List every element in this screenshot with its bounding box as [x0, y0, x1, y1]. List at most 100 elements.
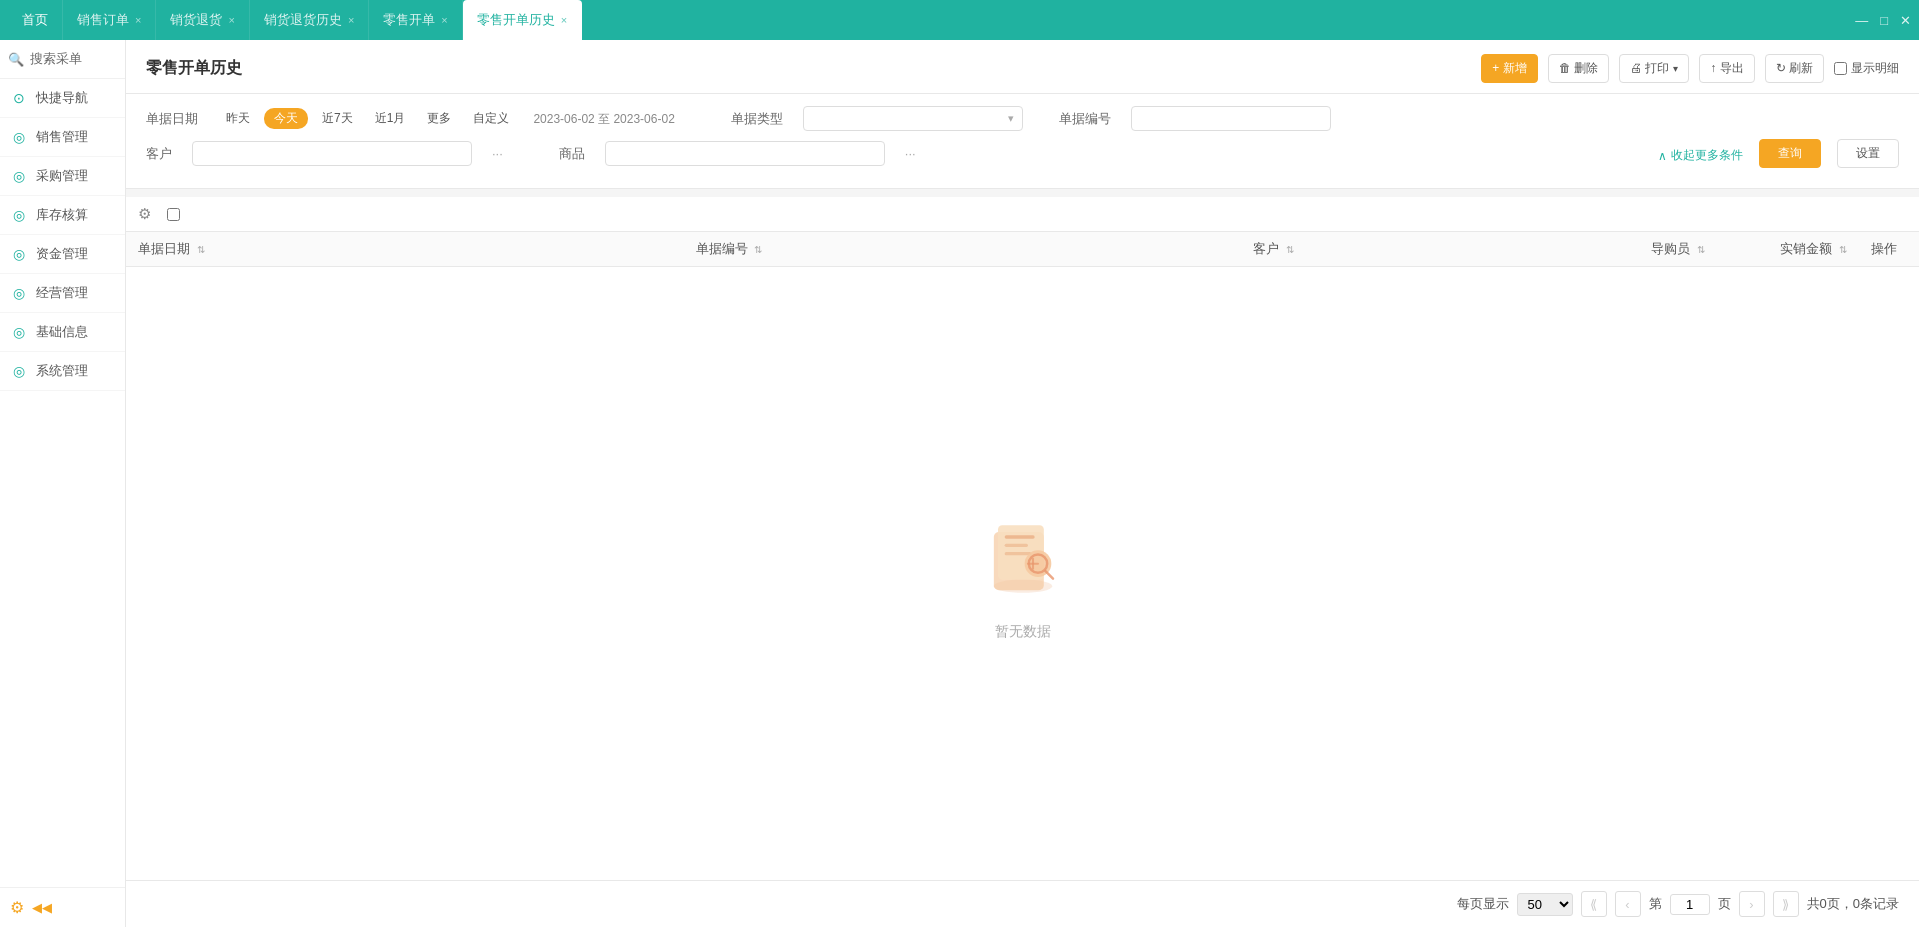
select-all-checkbox[interactable] — [167, 208, 180, 221]
date-opt-yesterday[interactable]: 昨天 — [218, 108, 258, 129]
tab-sales-order[interactable]: 销售订单 × — [63, 0, 156, 40]
date-opt-custom[interactable]: 自定义 — [465, 108, 517, 129]
operations-icon: ◎ — [10, 285, 28, 301]
per-page-select[interactable]: 50 20 100 — [1517, 893, 1573, 916]
svg-rect-5 — [1004, 552, 1031, 555]
content-area: 零售开单历史 + 新增 🗑 删除 🖨 打印 ▾ ↑ 导出 ↻ 刷新 — [126, 40, 1919, 927]
col-number: 单据编号 ⇅ — [684, 232, 1242, 267]
col-customer: 客户 ⇅ — [1241, 232, 1639, 267]
empty-icon — [973, 507, 1073, 607]
last-page-btn[interactable]: ⟫ — [1773, 891, 1799, 917]
product-filter-label: 商品 — [559, 145, 585, 163]
refresh-button[interactable]: ↻ 刷新 — [1765, 54, 1824, 83]
sidebar: 🔍 搜索采单 ⊙ 快捷导航 ◎ 销售管理 ◎ 采购管理 ◎ 库存核算 ◎ 资金管… — [0, 40, 126, 927]
tab-return-close[interactable]: × — [228, 14, 234, 26]
sidebar-item-system[interactable]: ◎ 系统管理 — [0, 352, 125, 391]
delete-button-label: 🗑 删除 — [1559, 60, 1598, 77]
prev-page-btn[interactable]: ‹ — [1615, 891, 1641, 917]
col-guide-label: 导购员 — [1651, 241, 1690, 256]
col-amount-label: 实销金额 — [1780, 241, 1832, 256]
basic-info-icon: ◎ — [10, 324, 28, 340]
collapse-button[interactable]: ∧ 收起更多条件 — [1658, 147, 1743, 164]
tab-bar: 首页 销售订单 × 销货退货 × 销货退货历史 × 零售开单 × 零售开单历史 … — [0, 0, 1919, 40]
sidebar-item-purchase[interactable]: ◎ 采购管理 — [0, 157, 125, 196]
col-guide-sort[interactable]: ⇅ — [1697, 244, 1705, 255]
customer-dots[interactable]: ··· — [492, 146, 503, 161]
table-header: 单据日期 ⇅ 单据编号 ⇅ 客户 ⇅ 导购员 ⇅ — [126, 232, 1919, 267]
window-maximize[interactable]: □ — [1880, 13, 1888, 28]
col-guide: 导购员 ⇅ — [1639, 232, 1759, 267]
col-customer-sort[interactable]: ⇅ — [1286, 244, 1294, 255]
tab-return-history-close[interactable]: × — [348, 14, 354, 26]
page-header: 零售开单历史 + 新增 🗑 删除 🖨 打印 ▾ ↑ 导出 ↻ 刷新 — [126, 40, 1919, 94]
print-button[interactable]: 🖨 打印 ▾ — [1619, 54, 1689, 83]
sidebar-item-finance[interactable]: ◎ 资金管理 — [0, 235, 125, 274]
date-opt-today[interactable]: 今天 — [264, 108, 308, 129]
first-page-btn[interactable]: ⟪ — [1581, 891, 1607, 917]
show-detail-check[interactable] — [1834, 62, 1847, 75]
tab-home[interactable]: 首页 — [8, 0, 63, 40]
type-select[interactable]: ▾ — [803, 106, 1023, 131]
sidebar-item-inventory[interactable]: ◎ 库存核算 — [0, 196, 125, 235]
col-customer-label: 客户 — [1253, 241, 1279, 256]
col-date-sort[interactable]: ⇅ — [197, 244, 205, 255]
sidebar-item-purchase-label: 采购管理 — [36, 167, 88, 185]
tab-sales-order-close[interactable]: × — [135, 14, 141, 26]
show-detail-checkbox[interactable]: 显示明细 — [1834, 60, 1899, 77]
product-input[interactable] — [605, 141, 885, 166]
product-dots[interactable]: ··· — [905, 146, 916, 161]
sidebar-item-basic-info[interactable]: ◎ 基础信息 — [0, 313, 125, 352]
print-dropdown-icon: ▾ — [1673, 63, 1678, 74]
sidebar-item-operations-label: 经营管理 — [36, 284, 88, 302]
add-button-label: + 新增 — [1492, 60, 1526, 77]
sidebar-item-system-label: 系统管理 — [36, 362, 88, 380]
empty-text: 暂无数据 — [995, 623, 1051, 641]
delete-button[interactable]: 🗑 删除 — [1548, 54, 1609, 83]
search-button[interactable]: 查询 — [1759, 139, 1821, 168]
date-opt-7days[interactable]: 近7天 — [314, 108, 361, 129]
tab-sales-order-label: 销售订单 — [77, 11, 129, 29]
refresh-button-label: ↻ 刷新 — [1776, 60, 1813, 77]
page-label: 页 — [1718, 895, 1731, 913]
sidebar-item-quick-nav-label: 快捷导航 — [36, 89, 88, 107]
col-number-sort[interactable]: ⇅ — [754, 244, 762, 255]
tab-retail-history-label: 零售开单历史 — [477, 11, 555, 29]
quick-nav-icon: ⊙ — [10, 90, 28, 106]
search-icon: 🔍 — [8, 52, 24, 67]
window-close[interactable]: ✕ — [1900, 13, 1911, 28]
settings-filter-button[interactable]: 设置 — [1837, 139, 1899, 168]
number-input[interactable] — [1131, 106, 1331, 131]
sidebar-search-label: 搜索采单 — [30, 50, 82, 68]
sidebar-item-finance-label: 资金管理 — [36, 245, 88, 263]
date-opt-1month[interactable]: 近1月 — [367, 108, 414, 129]
tab-retail-close[interactable]: × — [441, 14, 447, 26]
customer-input[interactable] — [192, 141, 472, 166]
col-date: 单据日期 ⇅ — [126, 232, 684, 267]
collapse-sidebar-icon[interactable]: ◀◀ — [32, 900, 52, 915]
tab-retail-history[interactable]: 零售开单历史 × — [463, 0, 582, 40]
page-number-input[interactable] — [1670, 894, 1710, 915]
date-opt-more[interactable]: 更多 — [419, 108, 459, 129]
settings-bottom-icon[interactable]: ⚙ — [10, 898, 24, 917]
window-minimize[interactable]: — — [1855, 13, 1868, 28]
filter-area: 单据日期 昨天 今天 近7天 近1月 更多 自定义 2023-06-02 至 2… — [126, 94, 1919, 189]
sidebar-item-quick-nav[interactable]: ⊙ 快捷导航 — [0, 79, 125, 118]
tab-return[interactable]: 销货退货 × — [156, 0, 249, 40]
tab-retail[interactable]: 零售开单 × — [369, 0, 462, 40]
next-page-btn[interactable]: › — [1739, 891, 1765, 917]
col-number-label: 单据编号 — [696, 241, 748, 256]
table-settings-icon[interactable]: ⚙ — [138, 205, 151, 223]
add-button[interactable]: + 新增 — [1481, 54, 1537, 83]
sidebar-item-operations[interactable]: ◎ 经营管理 — [0, 274, 125, 313]
number-filter-label: 单据编号 — [1059, 110, 1111, 128]
show-detail-label: 显示明细 — [1851, 60, 1899, 77]
sidebar-item-sales[interactable]: ◎ 销售管理 — [0, 118, 125, 157]
sidebar-search[interactable]: 🔍 搜索采单 — [0, 40, 125, 79]
type-select-arrow: ▾ — [1008, 112, 1014, 125]
tab-retail-history-close[interactable]: × — [561, 14, 567, 26]
search-button-label: 查询 — [1778, 145, 1802, 162]
col-amount-sort[interactable]: ⇅ — [1839, 244, 1847, 255]
export-button[interactable]: ↑ 导出 — [1699, 54, 1754, 83]
date-range-text: 2023-06-02 至 2023-06-02 — [533, 111, 674, 128]
tab-return-history[interactable]: 销货退货历史 × — [250, 0, 369, 40]
